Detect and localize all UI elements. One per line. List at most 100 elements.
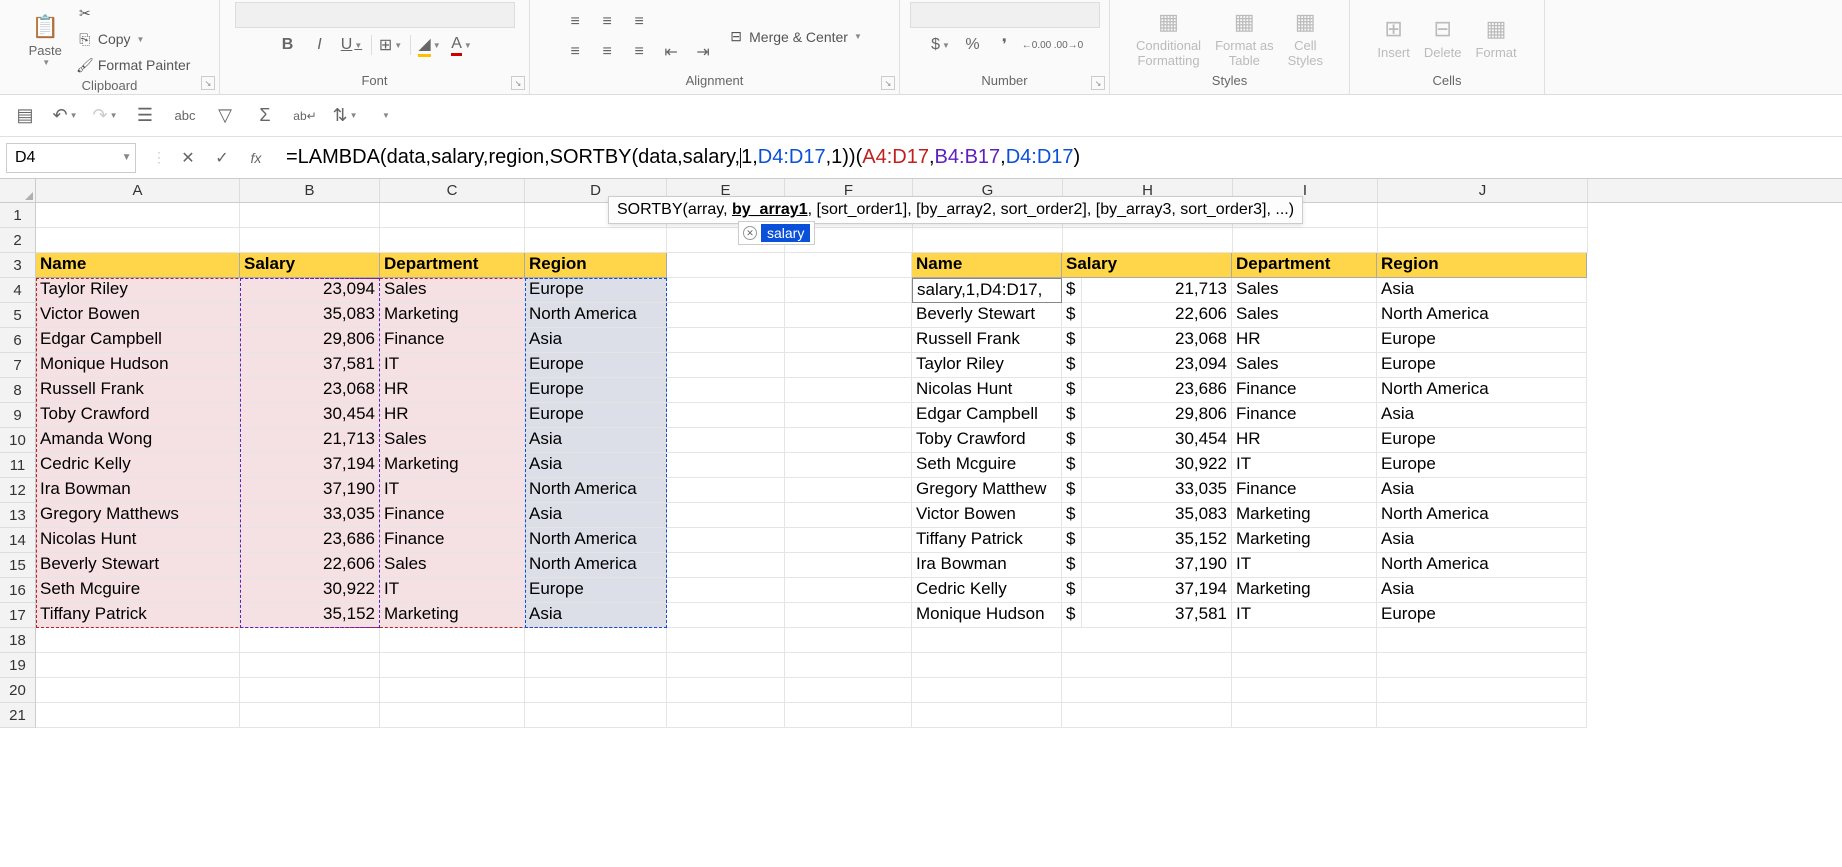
format-painter-button[interactable]: 🖌Format Painter — [72, 54, 195, 76]
cell[interactable] — [785, 678, 912, 703]
cell-region[interactable]: Europe — [525, 378, 667, 403]
cell-salary[interactable]: 30,922 — [1082, 453, 1232, 478]
name-box-input[interactable] — [7, 145, 118, 171]
cell[interactable] — [380, 228, 525, 253]
cell-dept[interactable]: IT — [1232, 603, 1377, 628]
accounting-format-button[interactable]: $▼ — [928, 32, 954, 58]
cell[interactable] — [1233, 228, 1378, 253]
row-header[interactable]: 9 — [0, 403, 36, 428]
cell-name[interactable]: Ira Bowman — [36, 478, 240, 503]
cell[interactable] — [667, 503, 785, 528]
cell[interactable] — [667, 378, 785, 403]
cell-name[interactable]: Gregory Matthews — [36, 503, 240, 528]
cell-region[interactable]: Asia — [525, 503, 667, 528]
cell-name[interactable]: Russell Frank — [36, 378, 240, 403]
cell-salary[interactable]: 37,194 — [1082, 578, 1232, 603]
cell[interactable] — [785, 328, 912, 353]
row-header[interactable]: 15 — [0, 553, 36, 578]
cell[interactable] — [36, 653, 240, 678]
cell-region[interactable]: Asia — [525, 328, 667, 353]
insert-function-button[interactable]: fx — [244, 146, 268, 170]
cell[interactable] — [525, 653, 667, 678]
cell[interactable] — [785, 353, 912, 378]
cell-region[interactable]: Europe — [1377, 453, 1587, 478]
cell-name[interactable]: Taylor Riley — [912, 353, 1062, 378]
cell[interactable] — [667, 678, 785, 703]
cell[interactable] — [785, 528, 912, 553]
parameter-chip[interactable]: salary — [761, 224, 810, 242]
comma-format-button[interactable]: ❜ — [992, 32, 1018, 58]
cell-salary[interactable]: 23,068 — [240, 378, 380, 403]
row-header[interactable]: 7 — [0, 353, 36, 378]
row-header[interactable]: 14 — [0, 528, 36, 553]
cell-salary[interactable]: 37,194 — [240, 453, 380, 478]
cell-region[interactable]: North America — [525, 553, 667, 578]
cell-currency[interactable]: $ — [1062, 528, 1082, 553]
cell[interactable] — [785, 653, 912, 678]
filter-button[interactable]: ▽ — [212, 103, 238, 129]
align-bottom-button[interactable]: ≡ — [626, 9, 652, 35]
cell[interactable] — [667, 578, 785, 603]
cell-dept[interactable]: Marketing — [380, 453, 525, 478]
cell[interactable] — [1378, 203, 1588, 228]
cell-region[interactable]: North America — [1377, 503, 1587, 528]
cell-dept[interactable]: HR — [1232, 328, 1377, 353]
cell-currency[interactable]: $ — [1062, 553, 1082, 578]
cell-salary[interactable]: 30,454 — [240, 403, 380, 428]
cell-name[interactable]: Beverly Stewart — [36, 553, 240, 578]
cell-salary[interactable]: 35,083 — [1082, 503, 1232, 528]
cell[interactable] — [667, 653, 785, 678]
row-header[interactable]: 8 — [0, 378, 36, 403]
cell[interactable] — [1232, 628, 1377, 653]
cell-name[interactable]: Tiffany Patrick — [912, 528, 1062, 553]
cell-dept[interactable]: Marketing — [380, 303, 525, 328]
conditional-formatting-button[interactable]: ▦Conditional Formatting — [1132, 4, 1205, 70]
cell[interactable] — [1377, 628, 1587, 653]
cell-dept[interactable]: IT — [1232, 453, 1377, 478]
font-color-button[interactable]: A▼ — [449, 32, 475, 58]
number-format-combo[interactable] — [910, 2, 1100, 28]
border-button[interactable]: ⊞▼ — [378, 32, 404, 58]
cell-currency[interactable]: $ — [1062, 378, 1082, 403]
cell[interactable] — [785, 253, 912, 278]
header-salary[interactable]: Salary — [1062, 253, 1232, 278]
cell-dept[interactable]: Finance — [1232, 378, 1377, 403]
cell-region[interactable]: Europe — [1377, 328, 1587, 353]
cell[interactable] — [36, 703, 240, 728]
cell[interactable] — [667, 353, 785, 378]
cell[interactable] — [912, 678, 1062, 703]
name-box[interactable]: ▼ — [6, 143, 136, 173]
cell-name[interactable]: Edgar Campbell — [36, 328, 240, 353]
cell[interactable] — [785, 703, 912, 728]
bold-button[interactable]: B — [275, 32, 301, 58]
cell[interactable] — [240, 653, 380, 678]
cell[interactable] — [785, 303, 912, 328]
cell[interactable] — [240, 628, 380, 653]
touch-button[interactable]: ☰ — [132, 103, 158, 129]
row-header[interactable]: 13 — [0, 503, 36, 528]
cell[interactable] — [36, 228, 240, 253]
cell[interactable] — [1063, 228, 1233, 253]
cut-button[interactable]: ✂ — [72, 2, 195, 24]
cell-currency[interactable]: $ — [1062, 353, 1082, 378]
cell[interactable] — [1377, 703, 1587, 728]
cell-dept[interactable]: IT — [1232, 553, 1377, 578]
cell-dept[interactable]: Sales — [1232, 353, 1377, 378]
cell-region[interactable]: North America — [1377, 303, 1587, 328]
cell-region[interactable]: Asia — [1377, 578, 1587, 603]
cell-region[interactable]: North America — [1377, 553, 1587, 578]
align-right-button[interactable]: ≡ — [626, 39, 652, 65]
cell[interactable] — [785, 553, 912, 578]
cell[interactable] — [785, 578, 912, 603]
cell-salary[interactable]: 33,035 — [1082, 478, 1232, 503]
cell[interactable] — [785, 278, 912, 303]
cell[interactable] — [380, 628, 525, 653]
cell-name[interactable]: Russell Frank — [912, 328, 1062, 353]
cell[interactable] — [36, 628, 240, 653]
cell[interactable] — [667, 703, 785, 728]
cell-dept[interactable]: Sales — [380, 428, 525, 453]
cell[interactable] — [1062, 678, 1232, 703]
cell-salary[interactable]: 23,068 — [1082, 328, 1232, 353]
spreadsheet-grid[interactable]: A B C D E F G H I J 123NameSalaryDepartm… — [0, 179, 1842, 728]
cell[interactable] — [785, 603, 912, 628]
